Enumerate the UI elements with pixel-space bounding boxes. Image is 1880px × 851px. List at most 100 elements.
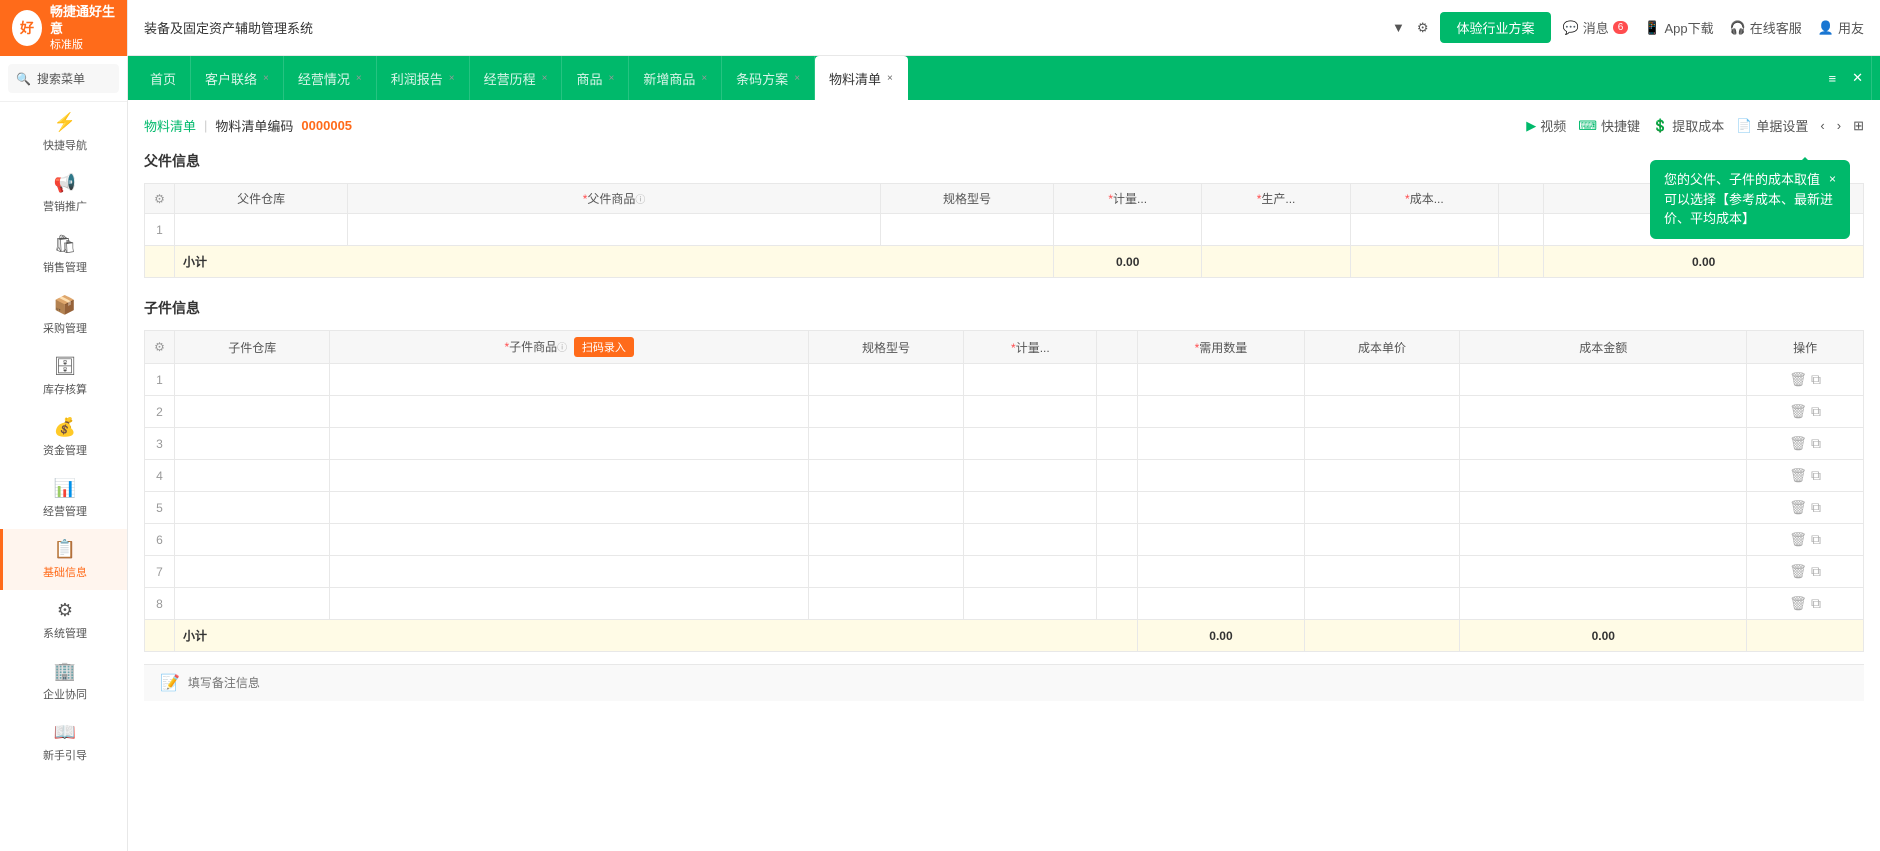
sidebar-item-system[interactable]: ⚙ 系统管理 xyxy=(0,590,127,651)
child-row-1-unit-cost[interactable] xyxy=(1304,364,1459,396)
child-row-7-copy-icon[interactable]: ⧉ xyxy=(1811,563,1821,580)
cost-icon: 💲 xyxy=(1652,118,1668,134)
child-row-1-copy-icon[interactable]: ⧉ xyxy=(1811,371,1821,388)
tab-barcode[interactable]: 条码方案 × xyxy=(722,56,815,100)
app-download-btn[interactable]: 📱 App下载 xyxy=(1644,18,1713,37)
tab-bom-close[interactable]: × xyxy=(887,73,893,84)
child-row-2-delete-icon[interactable]: 🗑 xyxy=(1789,403,1807,420)
sidebar-item-purchase[interactable]: 📦 采购管理 xyxy=(0,285,127,346)
breadcrumb-page[interactable]: 物料清单 xyxy=(144,116,196,135)
sidebar-item-inventory[interactable]: 🗄 库存核算 xyxy=(0,346,127,407)
tab-home[interactable]: 首页 xyxy=(136,56,191,100)
bottom-bar: 📝 xyxy=(144,664,1864,701)
child-col-amount: 成本金额 xyxy=(1460,331,1747,364)
online-service-btn[interactable]: 🎧 在线客服 xyxy=(1730,18,1802,37)
note-input[interactable] xyxy=(188,676,1848,690)
settings-btn[interactable]: ⚙ xyxy=(1417,20,1429,36)
tab-operation[interactable]: 经营情况 × xyxy=(284,56,377,100)
parent-row-1-production[interactable] xyxy=(1202,214,1350,246)
child-row-7-delete-icon[interactable]: 🗑 xyxy=(1789,563,1807,580)
child-subtotal-qty: 0.00 xyxy=(1138,620,1305,652)
corp-icon: 🏢 xyxy=(54,661,76,682)
prev-page-btn[interactable]: ‹ xyxy=(1820,118,1824,133)
tab-profit[interactable]: 利润报告 × xyxy=(377,56,470,100)
parent-row-1-warehouse[interactable] xyxy=(175,214,348,246)
tab-barcode-close[interactable]: × xyxy=(794,73,800,84)
sidebar-item-guide[interactable]: 📖 新手引导 xyxy=(0,712,127,773)
sidebar-item-operation[interactable]: 📊 经营管理 xyxy=(0,468,127,529)
tab-customer-close[interactable]: × xyxy=(263,73,269,84)
parent-row-1-unit[interactable] xyxy=(1054,214,1202,246)
child-row-5-delete-icon[interactable]: 🗑 xyxy=(1789,499,1807,516)
tab-profit-close[interactable]: × xyxy=(449,73,455,84)
tab-new-goods[interactable]: 新增商品 × xyxy=(629,56,722,100)
child-settings-icon[interactable]: ⚙ xyxy=(154,340,165,354)
child-table: ⚙ 子件仓库 *子件商品ⓘ 扫码录入 规格型号 *计量... *需用数量 成本单… xyxy=(144,330,1864,652)
child-row-1-warehouse[interactable] xyxy=(175,364,330,396)
child-row-3-delete-icon[interactable]: 🗑 xyxy=(1789,435,1807,452)
child-row-1-delete-icon[interactable]: 🗑 xyxy=(1789,371,1807,388)
child-row-1-unit[interactable] xyxy=(964,364,1097,396)
message-btn[interactable]: 💬 消息 6 xyxy=(1563,18,1629,37)
tab-goods-close[interactable]: × xyxy=(608,73,614,84)
sidebar-item-corp[interactable]: 🏢 企业协同 xyxy=(0,651,127,712)
parent-col-spec: 规格型号 xyxy=(880,184,1053,214)
child-col-spec: 规格型号 xyxy=(808,331,963,364)
parent-row-1-cost[interactable] xyxy=(1350,214,1498,246)
shortcut-btn[interactable]: ⌨ 快捷键 xyxy=(1578,116,1640,135)
tab-close-all[interactable]: ✕ xyxy=(1844,56,1872,100)
cost-btn[interactable]: 💲 提取成本 xyxy=(1652,116,1724,135)
parent-row-1-spec[interactable] xyxy=(880,214,1053,246)
settings-doc-btn[interactable]: 📄 单据设置 xyxy=(1736,116,1808,135)
tab-bom[interactable]: 物料清单 × xyxy=(815,56,908,100)
system-icon: ⚙ xyxy=(57,600,73,621)
sidebar-item-marketing[interactable]: 📢 营销推广 xyxy=(0,163,127,224)
experience-btn[interactable]: 体验行业方案 xyxy=(1440,12,1550,43)
child-row-2-copy-icon[interactable]: ⧉ xyxy=(1811,403,1821,420)
tooltip-close-btn[interactable]: × xyxy=(1829,170,1836,188)
child-col-settings[interactable]: ⚙ xyxy=(145,331,175,364)
sidebar-logo[interactable]: 好 畅捷通好生意 标准版 xyxy=(0,0,127,56)
parent-row-1-note[interactable] xyxy=(1499,214,1544,246)
parent-section-title: 父件信息 xyxy=(144,147,1864,175)
child-row-5-copy-icon[interactable]: ⧉ xyxy=(1811,499,1821,516)
user-menu[interactable]: 👤 用友 xyxy=(1818,18,1864,37)
tab-customer[interactable]: 客户联络 × xyxy=(191,56,284,100)
parent-subtotal-amount: 0.00 xyxy=(1544,246,1864,278)
search-menu-button[interactable]: 🔍 搜索菜单 xyxy=(8,64,119,93)
child-row-1-num: 1 xyxy=(145,364,175,396)
parent-col-settings[interactable]: ⚙ xyxy=(145,184,175,214)
parent-row-1-goods[interactable] xyxy=(348,214,881,246)
sidebar-item-sales[interactable]: 🛍 销售管理 xyxy=(0,224,127,285)
chevron-down-icon: ▼ xyxy=(1392,20,1405,35)
child-row-6-copy-icon[interactable]: ⧉ xyxy=(1811,531,1821,548)
service-icon: 🎧 xyxy=(1730,20,1746,36)
child-row-4-copy-icon[interactable]: ⧉ xyxy=(1811,467,1821,484)
sidebar-item-quick-nav[interactable]: ⚡ 快捷导航 xyxy=(0,102,127,163)
next-page-btn[interactable]: › xyxy=(1837,118,1841,133)
child-row-6-delete-icon[interactable]: 🗑 xyxy=(1789,531,1807,548)
child-row-1-spec[interactable] xyxy=(808,364,963,396)
sidebar-item-basic-info[interactable]: 📋 基础信息 xyxy=(0,529,127,590)
video-icon: ▶ xyxy=(1526,118,1536,134)
child-row-8-delete-icon[interactable]: 🗑 xyxy=(1789,595,1807,612)
child-row-1-goods[interactable] xyxy=(330,364,808,396)
child-row-3-copy-icon[interactable]: ⧉ xyxy=(1811,435,1821,452)
child-row-4-delete-icon[interactable]: 🗑 xyxy=(1789,467,1807,484)
tab-new-goods-close[interactable]: × xyxy=(701,73,707,84)
system-dropdown-btn[interactable]: ▼ xyxy=(1392,20,1405,35)
tab-history[interactable]: 经营历程 × xyxy=(470,56,563,100)
tab-operation-close[interactable]: × xyxy=(356,73,362,84)
parent-row-1: 1 xyxy=(145,214,1864,246)
settings-icon[interactable]: ⚙ xyxy=(154,192,165,206)
child-row-8-copy-icon[interactable]: ⧉ xyxy=(1811,595,1821,612)
tab-history-close[interactable]: × xyxy=(542,73,548,84)
view-video-btn[interactable]: ▶ 视频 xyxy=(1526,116,1566,135)
child-row-1-qty[interactable] xyxy=(1138,364,1305,396)
sidebar-item-finance[interactable]: 💰 资金管理 xyxy=(0,407,127,468)
scan-btn[interactable]: 扫码录入 xyxy=(574,337,634,357)
child-section-title: 子件信息 xyxy=(144,294,1864,322)
tab-goods[interactable]: 商品 × xyxy=(562,56,629,100)
tab-more-btn[interactable]: ≡ xyxy=(1821,71,1845,86)
grid-view-btn[interactable]: ⊞ xyxy=(1853,118,1864,134)
